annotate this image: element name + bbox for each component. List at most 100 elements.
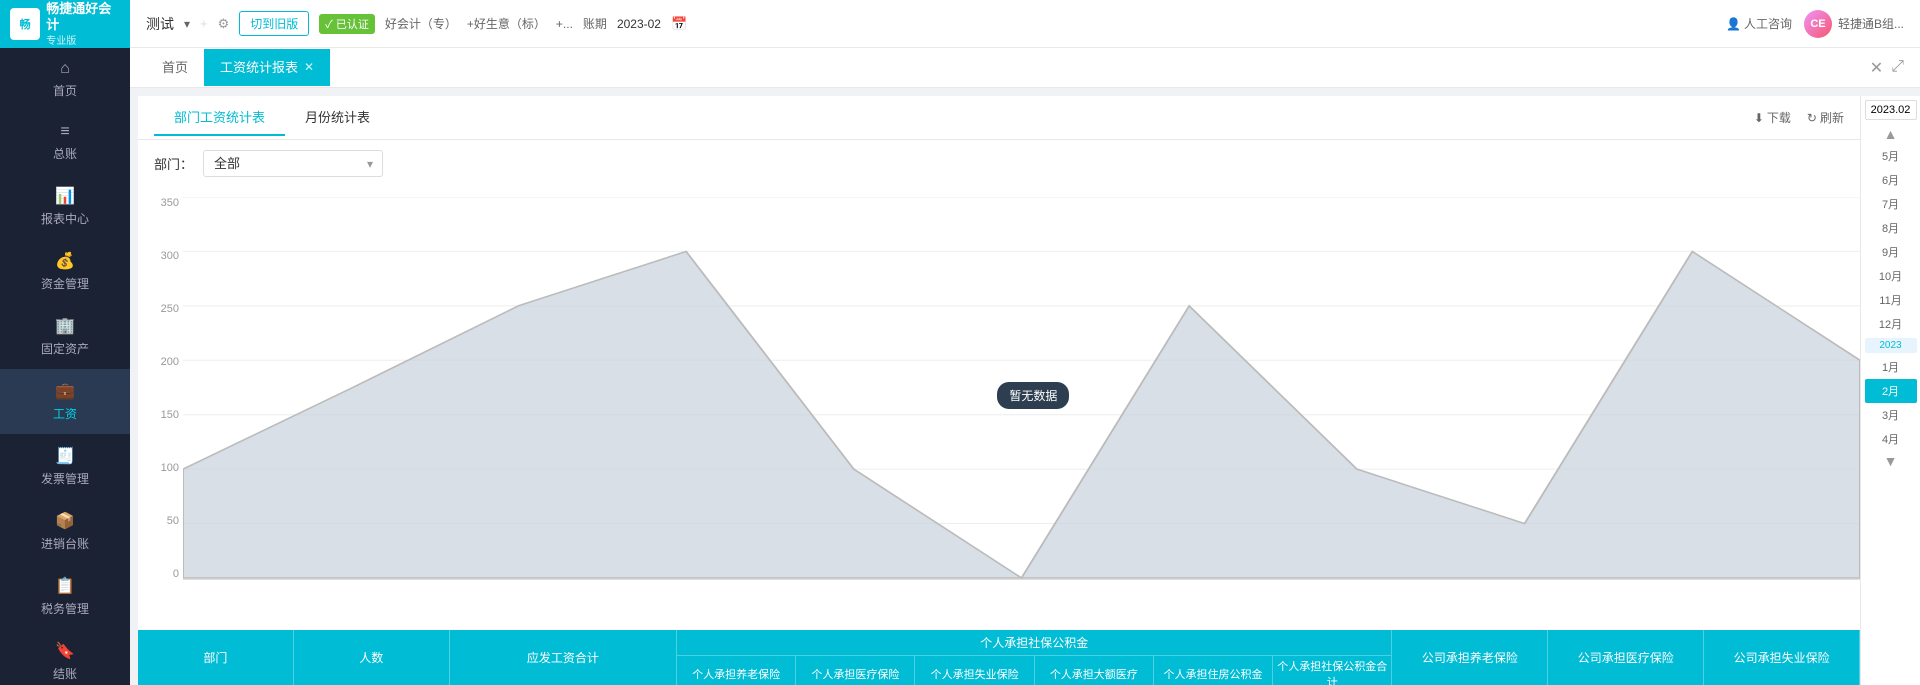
sidebar-item-settle[interactable]: 🔖 结账 bbox=[0, 629, 130, 685]
right-month-2[interactable]: 2月 bbox=[1865, 379, 1917, 403]
th-company-medical: 公司承担医疗保险 bbox=[1548, 630, 1704, 685]
certified-badge: ✓ 已认证 bbox=[319, 14, 375, 34]
settle-icon: 🔖 bbox=[55, 641, 75, 661]
topbar-dropdown[interactable]: ▾ bbox=[184, 17, 190, 31]
th-salary: 应发工资合计 bbox=[450, 630, 677, 685]
th-sub-col: 个人承担失业保险 bbox=[915, 656, 1034, 685]
tab-expand-icon[interactable]: ⤢ bbox=[1891, 58, 1904, 78]
th-sub-col: 个人承担大额医疗 bbox=[1035, 656, 1154, 685]
tab-close-icon[interactable]: ✕ bbox=[304, 60, 314, 74]
tab-controls: ✕ ⤢ bbox=[1870, 58, 1904, 78]
avatar: CE bbox=[1804, 10, 1832, 38]
right-year-label: 2023 bbox=[1865, 338, 1917, 353]
right-month-9[interactable]: 9月 bbox=[1865, 240, 1917, 264]
dept-filter-wrap: 全部 销售部 财务部 人事部 技术部 bbox=[203, 150, 383, 177]
assets-icon: 🏢 bbox=[55, 316, 75, 336]
funds-icon: 💰 bbox=[55, 251, 75, 271]
user-area: CE 轻捷通B组... bbox=[1804, 10, 1904, 38]
sidebar-item-label: 总账 bbox=[53, 145, 77, 162]
old-version-button[interactable]: 切到旧版 bbox=[239, 11, 309, 36]
invoice-icon: 🧾 bbox=[55, 446, 75, 466]
sidebar-item-tax[interactable]: 📋 税务管理 bbox=[0, 564, 130, 629]
sidebar-item-funds[interactable]: 💰 资金管理 bbox=[0, 239, 130, 304]
th-count: 人数 bbox=[294, 630, 450, 685]
help-button[interactable]: 👤 人工咨询 bbox=[1726, 15, 1792, 32]
salary-icon: 💼 bbox=[55, 381, 75, 401]
ledger-icon: ≡ bbox=[60, 123, 69, 141]
right-month-3[interactable]: 3月 bbox=[1865, 403, 1917, 427]
sidebar-item-label: 工资 bbox=[53, 405, 77, 422]
sidebar-item-reports[interactable]: 📊报表中心 bbox=[0, 174, 130, 239]
right-month-8[interactable]: 8月 bbox=[1865, 216, 1917, 240]
sub-tabs: 部门工资统计表 月份统计表 ⬇ 下载 ↻ 刷新 bbox=[138, 96, 1860, 140]
download-icon: ⬇ bbox=[1754, 111, 1764, 125]
right-month-10[interactable]: 10月 bbox=[1865, 264, 1917, 288]
th-group-personal: 个人承担社保公积金 个人承担养老保险个人承担医疗保险个人承担失业保险个人承担大额… bbox=[677, 630, 1392, 685]
home-tab-label: 首页 bbox=[162, 57, 188, 76]
sidebar-item-invoice[interactable]: 🧾 发票管理 bbox=[0, 434, 130, 499]
tab-home[interactable]: 首页 bbox=[146, 49, 204, 86]
topbar-period-label: 账期 bbox=[583, 15, 607, 32]
filter-row: 部门： 全部 销售部 财务部 人事部 技术部 bbox=[138, 140, 1860, 187]
topbar-info2: +好生意（标） bbox=[467, 15, 546, 32]
sidebar-item-label: 进销台账 bbox=[41, 535, 89, 552]
tabs-row: 首页 工资统计报表 ✕ ✕ ⤢ bbox=[130, 48, 1920, 88]
sidebar-item-assets[interactable]: 🏢 固定资产 bbox=[0, 304, 130, 369]
logo-icon: 畅 bbox=[10, 8, 40, 40]
download-button[interactable]: ⬇ 下载 bbox=[1754, 109, 1791, 126]
right-month-11[interactable]: 11月 bbox=[1865, 288, 1917, 312]
th-group-cols: 个人承担养老保险个人承担医疗保险个人承担失业保险个人承担大额医疗个人承担住房公积… bbox=[677, 656, 1391, 685]
sidebar-item-label: 固定资产 bbox=[41, 340, 89, 357]
sub-tab-monthly[interactable]: 月份统计表 bbox=[285, 99, 390, 136]
right-month-5[interactable]: 5月 bbox=[1865, 144, 1917, 168]
sidebar-item-label: 税务管理 bbox=[41, 600, 89, 617]
chart-area: 0 50 100 150 200 250 300 350 bbox=[138, 187, 1860, 630]
sales-icon: 📦 bbox=[55, 511, 75, 531]
right-month-7[interactable]: 7月 bbox=[1865, 192, 1917, 216]
year-down-arrow[interactable]: ▼ bbox=[1882, 451, 1900, 471]
th-dept: 部门 bbox=[138, 630, 294, 685]
right-month-1[interactable]: 1月 bbox=[1865, 355, 1917, 379]
sidebar-item-salary[interactable]: 💼 工资 bbox=[0, 369, 130, 434]
sidebar: 畅 畅捷通好会计 专业版 ⌂首页 ≡ 总账 📊报表中心 💰 资金管理 🏢 固定资产 💼 工资 🧾 发票… bbox=[0, 0, 130, 685]
sidebar-item-home[interactable]: ⌂首页 bbox=[0, 48, 130, 111]
year-input[interactable] bbox=[1865, 100, 1917, 120]
sidebar-item-label: 发票管理 bbox=[41, 470, 89, 487]
sidebar-item-label: 资金管理 bbox=[41, 275, 89, 292]
th-sub-col: 个人承担养老保险 bbox=[677, 656, 796, 685]
year-up-arrow[interactable]: ▲ bbox=[1882, 124, 1900, 144]
sub-tab-dept[interactable]: 部门工资统计表 bbox=[154, 99, 285, 136]
sidebar-item-ledger[interactable]: ≡ 总账 bbox=[0, 111, 130, 174]
th-sub-col: 个人承担住房公积金 bbox=[1154, 656, 1273, 685]
tab-close-all-icon[interactable]: ✕ bbox=[1870, 58, 1883, 78]
y-axis: 0 50 100 150 200 250 300 350 bbox=[138, 197, 183, 580]
sidebar-menu: ⌂首页 ≡ 总账 📊报表中心 💰 资金管理 🏢 固定资产 💼 工资 🧾 发票管理 📦 进销台账 📋 税务管理 🔖… bbox=[0, 48, 130, 685]
home-icon: ⌂ bbox=[60, 60, 70, 78]
calendar-icon[interactable]: 📅 bbox=[671, 16, 687, 32]
right-month-6[interactable]: 6月 bbox=[1865, 168, 1917, 192]
content-area: 部门工资统计表 月份统计表 ⬇ 下载 ↻ 刷新 bbox=[130, 88, 1920, 685]
salary-tab-label: 工资统计报表 bbox=[220, 57, 298, 76]
th-sub-col: 个人承担社保公积金合计 bbox=[1273, 656, 1391, 685]
refresh-icon: ↻ bbox=[1807, 111, 1817, 125]
sidebar-item-label: 报表中心 bbox=[41, 210, 89, 227]
topbar: 测试 ▾ + ⚙ 切到旧版 ✓ 已认证 好会计（专） +好生意（标） +... … bbox=[130, 0, 1920, 48]
topbar-settings-icon[interactable]: ⚙ bbox=[218, 16, 230, 32]
dept-filter-select[interactable]: 全部 销售部 财务部 人事部 技术部 bbox=[203, 150, 383, 177]
table-header: 部门 人数 应发工资合计 个人承担社保公积金 个人承担养老保险个人承担医疗保险个… bbox=[138, 630, 1860, 685]
sidebar-item-sales[interactable]: 📦 进销台账 bbox=[0, 499, 130, 564]
main-area: 测试 ▾ + ⚙ 切到旧版 ✓ 已认证 好会计（专） +好生意（标） +... … bbox=[130, 0, 1920, 685]
sidebar-logo: 畅 畅捷通好会计 专业版 bbox=[0, 0, 130, 48]
right-month-12[interactable]: 12月 bbox=[1865, 312, 1917, 336]
sidebar-item-label: 结账 bbox=[53, 665, 77, 682]
help-icon: 👤 bbox=[1726, 17, 1741, 31]
tax-icon: 📋 bbox=[55, 576, 75, 596]
chart-svg bbox=[183, 197, 1860, 580]
sub-tabs-left: 部门工资统计表 月份统计表 bbox=[154, 99, 390, 136]
tab-salary-report[interactable]: 工资统计报表 ✕ bbox=[204, 49, 330, 86]
right-month-4[interactable]: 4月 bbox=[1865, 427, 1917, 451]
refresh-button[interactable]: ↻ 刷新 bbox=[1807, 109, 1844, 126]
topbar-info3: +... bbox=[556, 17, 573, 31]
x-axis-line bbox=[183, 579, 1860, 580]
topbar-title: 测试 bbox=[146, 14, 174, 34]
